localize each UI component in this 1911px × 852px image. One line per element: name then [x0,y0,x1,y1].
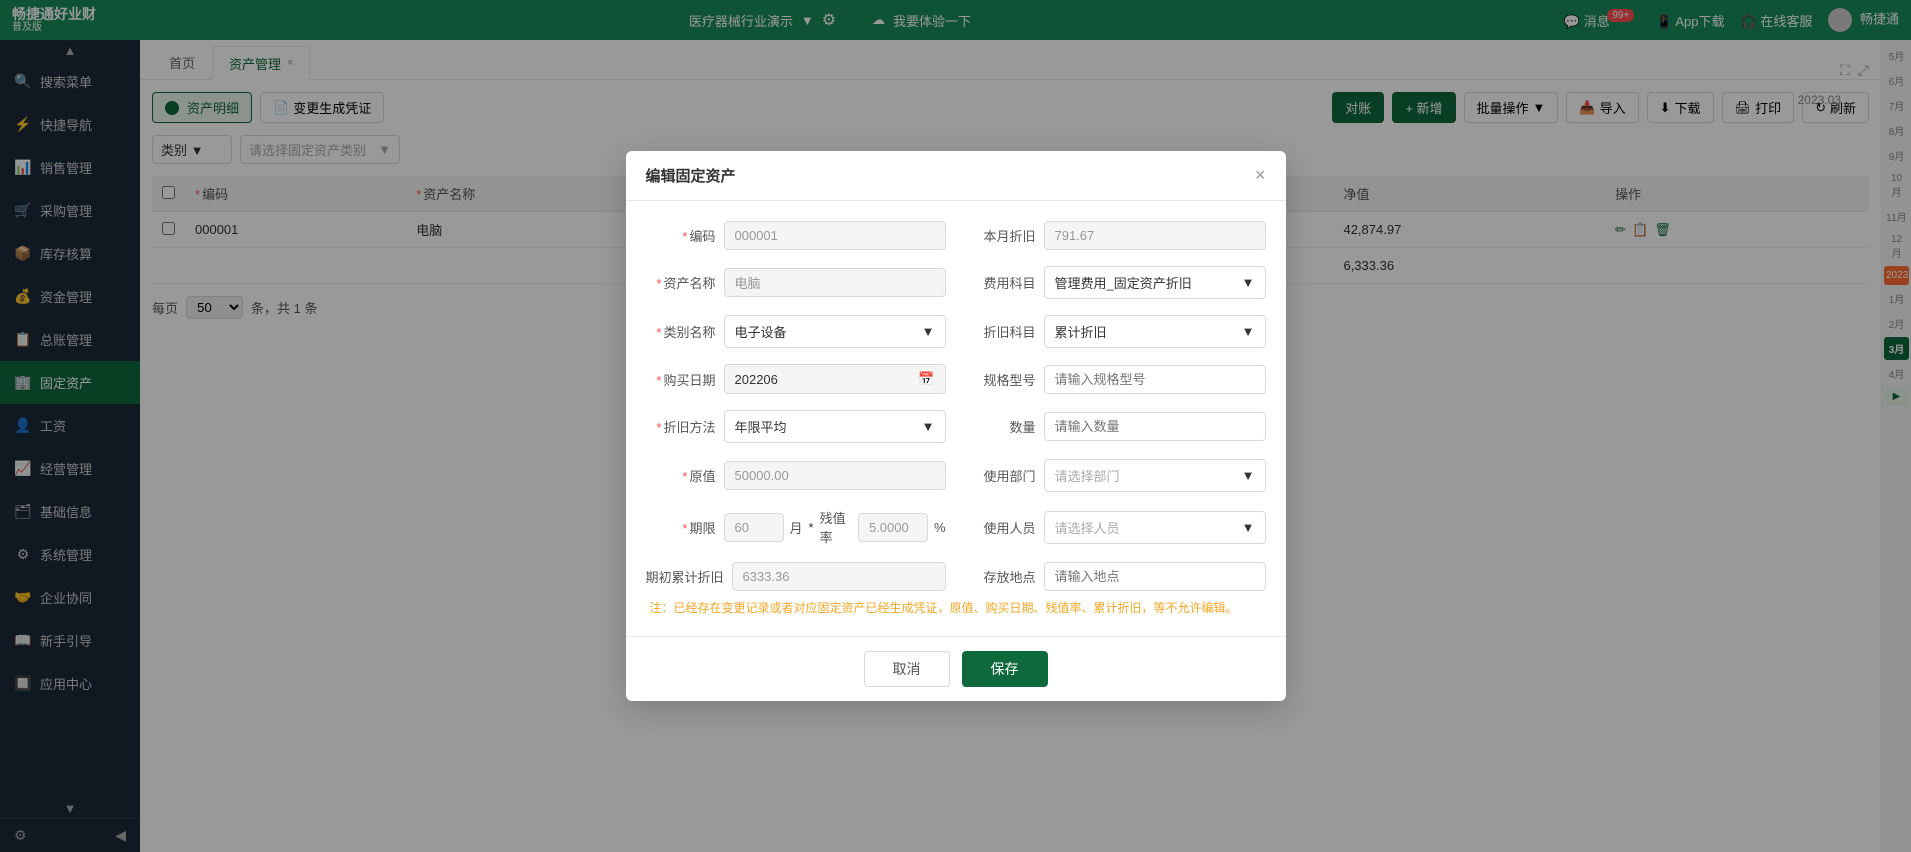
dept-arrow-icon: ▼ [1242,468,1255,483]
calendar-icon: 📅 [918,371,934,387]
form-grid: *编码 本月折旧 *资产名称 [646,221,1266,591]
form-item-category: *类别名称 电子设备 ▼ [646,315,946,348]
original-value-input[interactable] [724,461,946,490]
monthly-depr-label: 本月折旧 [966,226,1036,245]
location-label: 存放地点 [966,567,1036,586]
name-input[interactable] [724,268,946,297]
original-value-label: *原值 [646,466,716,485]
modal-close-btn[interactable]: × [1255,165,1266,186]
modal-footer: 取消 保存 [626,636,1286,701]
monthly-depr-input [1044,221,1266,250]
code-input[interactable] [724,221,946,250]
depr-subject-select[interactable]: 累计折旧 ▼ [1044,315,1266,348]
form-item-depr-subject: 折旧科目 累计折旧 ▼ [966,315,1266,348]
depr-method-select[interactable]: 年限平均 ▼ [724,410,946,443]
period-unit: 月 [790,518,803,537]
depr-subject-arrow-icon: ▼ [1242,324,1255,339]
residual-rate-label: 残值率 [820,508,852,546]
location-input[interactable] [1044,562,1266,591]
quantity-label: 数量 [966,417,1036,436]
form-item-code: *编码 [646,221,946,250]
edit-asset-modal: 编辑固定资产 × *编码 本月折旧 [626,151,1286,701]
form-item-name: *资产名称 [646,266,946,299]
residual-rate-unit: % [934,520,946,535]
depr-method-arrow-icon: ▼ [922,419,935,434]
expense-subject-arrow-icon: ▼ [1242,275,1255,290]
form-item-initial-accum-depr: 期初累计折旧 [646,562,946,591]
code-label: *编码 [646,226,716,245]
form-item-depr-method: *折旧方法 年限平均 ▼ [646,410,946,443]
form-item-original-value: *原值 [646,459,946,492]
quantity-input[interactable] [1044,412,1266,441]
purchase-date-input[interactable]: 202206 📅 [724,364,946,394]
form-item-quantity: 数量 [966,410,1266,443]
spec-label: 规格型号 [966,370,1036,389]
cancel-button[interactable]: 取消 [864,651,950,687]
modal-overlay[interactable]: 编辑固定资产 × *编码 本月折旧 [0,0,1911,852]
form-item-purchase-date: *购买日期 202206 📅 [646,364,946,394]
form-note: 注：已经存在变更记录或者对应固定资产已经生成凭证，原值、购买日期、残值率、累计折… [646,599,1266,616]
initial-accum-depr-label: 期初累计折旧 [646,567,724,586]
save-button[interactable]: 保存 [962,651,1048,687]
expense-subject-label: 费用科目 [966,273,1036,292]
depr-subject-label: 折旧科目 [966,322,1036,341]
user-arrow-icon: ▼ [1242,520,1255,535]
category-arrow-icon: ▼ [922,324,935,339]
form-item-dept: 使用部门 请选择部门 ▼ [966,459,1266,492]
modal-title: 编辑固定资产 [646,165,736,186]
depr-method-label: *折旧方法 [646,417,716,436]
form-item-user: 使用人员 请选择人员 ▼ [966,508,1266,546]
initial-accum-depr-input[interactable] [732,562,946,591]
form-item-location: 存放地点 [966,562,1266,591]
residual-rate-input[interactable] [858,513,928,542]
expense-subject-select[interactable]: 管理费用_固定资产折旧 ▼ [1044,266,1266,299]
modal-header: 编辑固定资产 × [626,151,1286,201]
dept-select[interactable]: 请选择部门 ▼ [1044,459,1266,492]
purchase-date-label: *购买日期 [646,370,716,389]
category-label: *类别名称 [646,322,716,341]
spec-input[interactable] [1044,365,1266,394]
form-item-spec: 规格型号 [966,364,1266,394]
modal-body: *编码 本月折旧 *资产名称 [626,201,1286,636]
period-row: 月 * 残值率 % [724,508,946,546]
user-label: 使用人员 [966,518,1036,537]
user-select[interactable]: 请选择人员 ▼ [1044,511,1266,544]
dept-label: 使用部门 [966,466,1036,485]
period-label: *期限 [646,518,716,537]
form-item-monthly-depr: 本月折旧 [966,221,1266,250]
form-item-expense-subject: 费用科目 管理费用_固定资产折旧 ▼ [966,266,1266,299]
category-select[interactable]: 电子设备 ▼ [724,315,946,348]
name-label: *资产名称 [646,273,716,292]
period-input[interactable] [724,513,784,542]
form-item-period: *期限 月 * 残值率 % [646,508,946,546]
